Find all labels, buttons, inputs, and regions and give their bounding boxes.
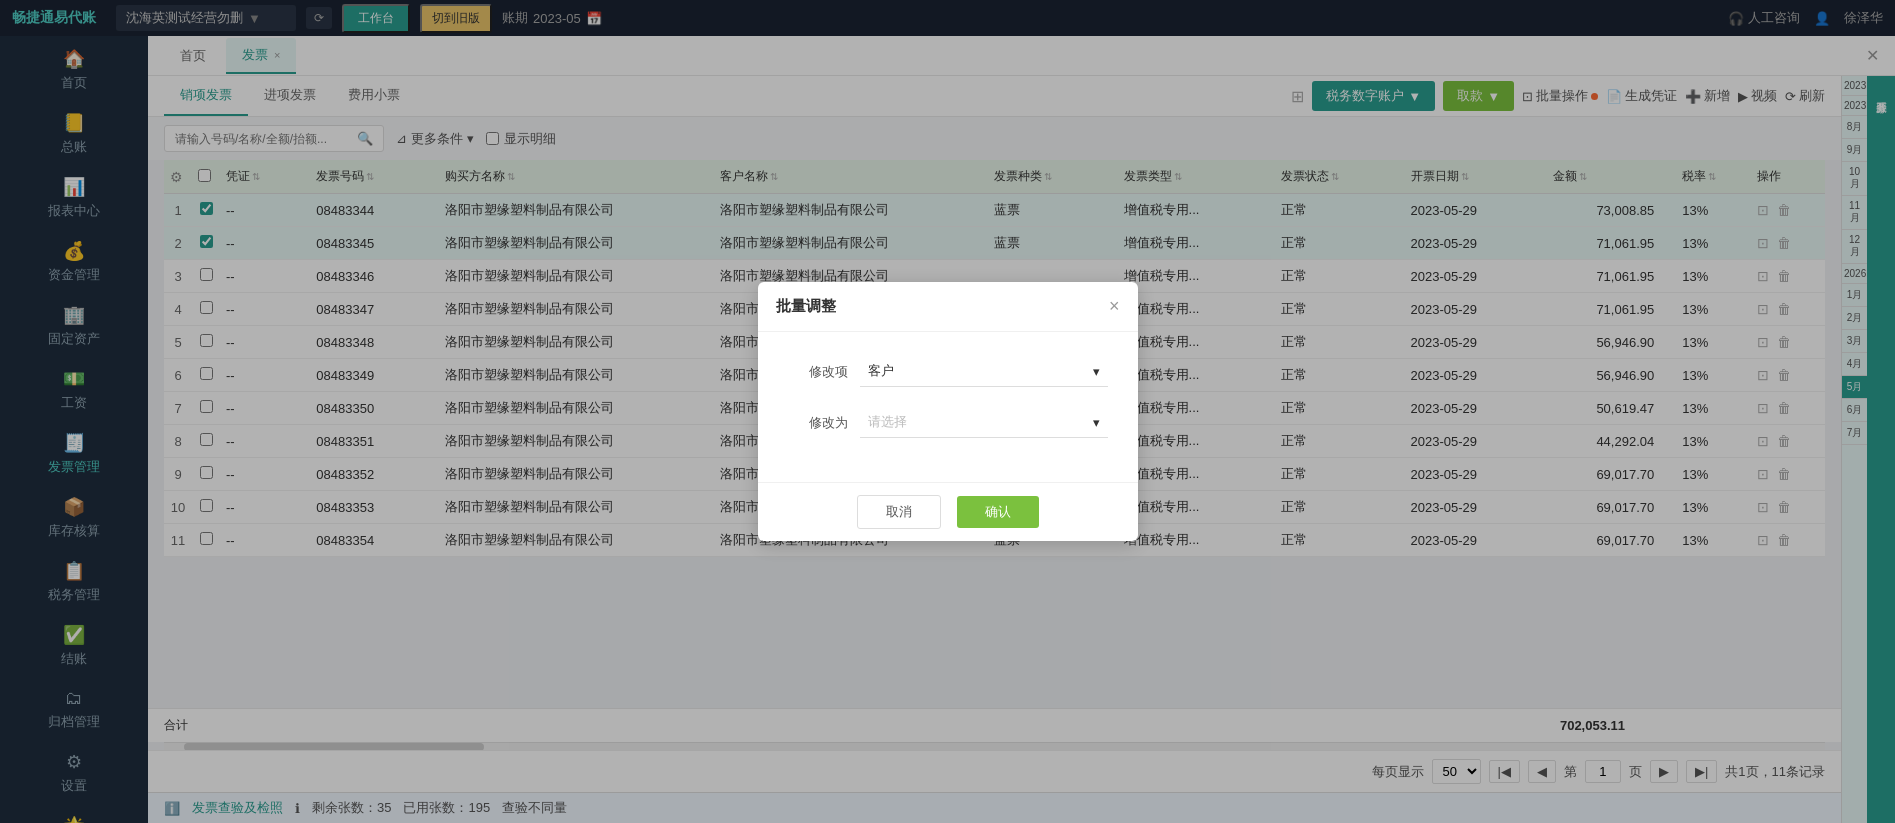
- modify-field-value: 客户: [868, 362, 894, 380]
- chevron-down-icon: ▾: [1093, 364, 1100, 379]
- modify-to-select[interactable]: 请选择 ▾: [860, 407, 1108, 438]
- batch-adjust-modal: 批量调整 × 修改项 客户 ▾ 修改为 请选择 ▾ 取消 确认: [758, 282, 1138, 541]
- modal-close-btn[interactable]: ×: [1109, 296, 1120, 317]
- modal-body: 修改项 客户 ▾ 修改为 请选择 ▾: [758, 332, 1138, 482]
- modify-to-placeholder: 请选择: [868, 413, 907, 431]
- modal-cancel-btn[interactable]: 取消: [857, 495, 941, 529]
- modal-confirm-btn[interactable]: 确认: [957, 496, 1039, 528]
- modal-title: 批量调整: [776, 297, 836, 316]
- modal-header: 批量调整 ×: [758, 282, 1138, 332]
- modal-overlay[interactable]: 批量调整 × 修改项 客户 ▾ 修改为 请选择 ▾ 取消 确认: [0, 0, 1895, 823]
- modify-field-label: 修改项: [788, 363, 848, 381]
- modify-to-label: 修改为: [788, 414, 848, 432]
- modify-field-select[interactable]: 客户 ▾: [860, 356, 1108, 387]
- chevron-down-icon: ▾: [1093, 415, 1100, 430]
- modify-to-row: 修改为 请选择 ▾: [788, 407, 1108, 438]
- modify-field-row: 修改项 客户 ▾: [788, 356, 1108, 387]
- modal-footer: 取消 确认: [758, 482, 1138, 541]
